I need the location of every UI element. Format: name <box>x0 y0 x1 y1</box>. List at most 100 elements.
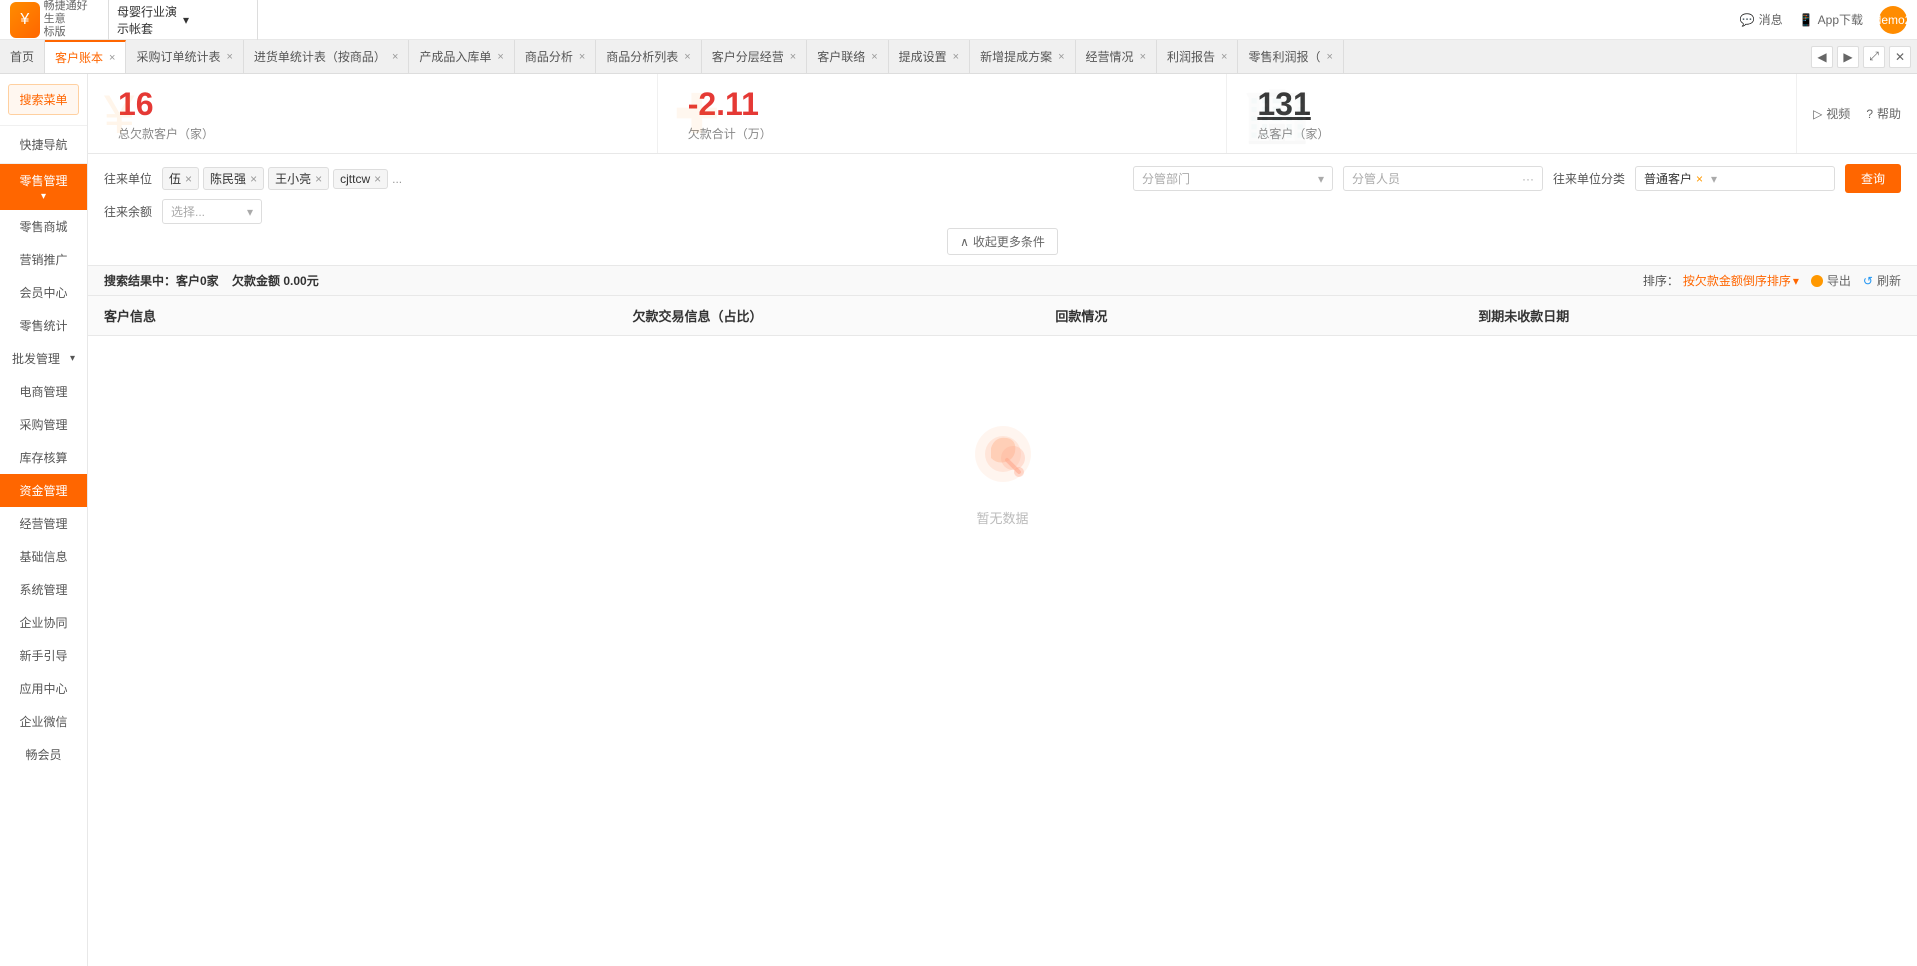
tab-close-icon[interactable]: × <box>1140 51 1146 63</box>
filter-row-1: 往来单位 伍 × 陈民强 × 王小亮 × cjttcw <box>104 164 1901 193</box>
tab-close-all-button[interactable]: ✕ <box>1889 46 1911 68</box>
sidebar-item-retail-mall[interactable]: 零售商城 <box>0 210 87 243</box>
refresh-icon: ↺ <box>1863 274 1873 288</box>
sidebar-item-ecommerce[interactable]: 电商管理 <box>0 375 87 408</box>
sidebar-item-wechat[interactable]: 企业微信 <box>0 705 87 738</box>
dept-selector[interactable]: 分管部门 ▾ <box>1133 166 1333 191</box>
unit-tag-cjttcw[interactable]: cjttcw × <box>333 169 388 189</box>
sidebar-item-app-center[interactable]: 应用中心 <box>0 672 87 705</box>
person-selector[interactable]: 分管人员 ··· <box>1343 166 1543 191</box>
sort-selector[interactable]: 按欠款金额倒序排序 ▾ <box>1683 272 1799 289</box>
tab-goods-analysis[interactable]: 商品分析 × <box>515 40 596 74</box>
category-tag-normal: 普通客户 × <box>1644 170 1707 187</box>
remove-category-tag[interactable]: × <box>1696 172 1703 186</box>
unit-more-button[interactable]: ... <box>392 172 402 186</box>
tab-goods-stats[interactable]: 进货单统计表（按商品） × <box>244 40 409 74</box>
tab-home[interactable]: 首页 <box>0 40 45 74</box>
main-layout: 搜索菜单 快捷导航 零售管理 ▾ 零售商城 营销推广 会员中心 零售统计 批发管… <box>0 74 1917 966</box>
chevron-down-icon: ▾ <box>1318 172 1324 186</box>
tab-close-icon[interactable]: × <box>497 51 503 63</box>
video-icon: ▷ <box>1813 107 1822 121</box>
tab-close-icon[interactable]: × <box>790 51 796 63</box>
export-button[interactable]: 导出 <box>1811 272 1851 289</box>
sidebar-item-finance[interactable]: 资金管理 <box>0 474 87 507</box>
tab-close-icon[interactable]: × <box>392 51 398 63</box>
chevron-down-icon: ▾ <box>1711 172 1717 186</box>
tab-close-icon[interactable]: × <box>684 51 690 63</box>
tab-close-icon[interactable]: × <box>109 52 115 64</box>
table-header: 客户信息 欠款交易信息（占比） 回款情况 到期未收款日期 <box>88 296 1917 336</box>
tab-prev-button[interactable]: ◀ <box>1811 46 1833 68</box>
stat-total-credit-customers: ¥ 16 总欠款客户（家） <box>88 74 658 153</box>
tab-close-icon[interactable]: × <box>953 51 959 63</box>
tab-add-commission[interactable]: 新增提成方案 × <box>970 40 1075 74</box>
sidebar-item-guide[interactable]: 新手引导 <box>0 639 87 672</box>
logo-text: 畅捷通好生意 标版 <box>44 0 98 39</box>
sidebar-item-purchase[interactable]: 采购管理 <box>0 408 87 441</box>
col-header-debt: 欠款交易信息（占比） <box>633 306 1056 325</box>
unit-tag-wu[interactable]: 伍 × <box>162 167 199 190</box>
sidebar-item-operations[interactable]: 经营管理 <box>0 507 87 540</box>
table-container: 客户信息 欠款交易信息（占比） 回款情况 到期未收款日期 暂无数据 <box>88 296 1917 966</box>
sidebar-item-wholesale[interactable]: 批发管理 ▾ <box>0 342 87 375</box>
content-area: ¥ 16 总欠款客户（家） ✚ -2.11 欠款合计（万） 🏢 131 总客户（… <box>88 74 1917 966</box>
tab-profit-report[interactable]: 利润报告 × <box>1157 40 1238 74</box>
balance-selector[interactable]: 选择... ▾ <box>162 199 262 224</box>
remove-tag-wu[interactable]: × <box>185 172 192 186</box>
tab-close-icon[interactable]: × <box>1326 51 1332 63</box>
stat-credit-total-label: 欠款合计（万） <box>688 125 1197 142</box>
tab-commission-settings[interactable]: 提成设置 × <box>889 40 970 74</box>
category-selector[interactable]: 普通客户 × ▾ <box>1635 166 1835 191</box>
collapse-button[interactable]: ∧ 收起更多条件 <box>947 228 1058 255</box>
tab-next-button[interactable]: ▶ <box>1837 46 1859 68</box>
sidebar-item-member[interactable]: 畅会员 <box>0 738 87 771</box>
sidebar-item-system[interactable]: 系统管理 <box>0 573 87 606</box>
unit-tag-wang[interactable]: 王小亮 × <box>268 167 329 190</box>
chevron-down-icon: ▾ <box>247 205 253 219</box>
help-button[interactable]: ? 帮助 <box>1866 105 1901 122</box>
tab-customer-account[interactable]: 客户账本 × <box>45 40 126 74</box>
tab-operations[interactable]: 经营情况 × <box>1076 40 1157 74</box>
tab-customer-layer[interactable]: 客户分层经营 × <box>702 40 807 74</box>
stat-total-customers: 🏢 131 总客户（家） <box>1227 74 1797 153</box>
workspace-selector[interactable]: 母婴行业演示帐套 ▾ <box>108 0 258 42</box>
sidebar-item-inventory[interactable]: 库存核算 <box>0 441 87 474</box>
more-icon: ··· <box>1522 172 1534 186</box>
video-button[interactable]: ▷ 视频 <box>1813 105 1850 122</box>
sidebar-item-retail-management[interactable]: 零售管理 ▾ <box>0 164 87 210</box>
sidebar-item-enterprise[interactable]: 企业协同 <box>0 606 87 639</box>
category-label: 往来单位分类 <box>1553 170 1625 187</box>
tab-close-icon[interactable]: × <box>1221 51 1227 63</box>
tab-fullscreen-button[interactable]: ⤢ <box>1863 46 1885 68</box>
tab-product-stock[interactable]: 产成品入库单 × <box>409 40 514 74</box>
remove-tag-cjttcw[interactable]: × <box>374 172 381 186</box>
query-button[interactable]: 查询 <box>1845 164 1901 193</box>
sidebar-item-retail-stats[interactable]: 零售统计 <box>0 309 87 342</box>
search-menu-button[interactable]: 搜索菜单 <box>8 84 79 115</box>
message-button[interactable]: 💬 消息 <box>1740 11 1783 28</box>
tab-close-icon[interactable]: × <box>871 51 877 63</box>
app-download-button[interactable]: 📱 App下载 <box>1799 11 1863 28</box>
unit-tag-chen[interactable]: 陈民强 × <box>203 167 264 190</box>
top-header: ¥ 畅捷通好生意 标版 母婴行业演示帐套 ▾ 💬 消息 📱 App下载 demo… <box>0 0 1917 40</box>
tab-purchase-order[interactable]: 采购订单统计表 × <box>126 40 243 74</box>
stat-credit-customers-label: 总欠款客户（家） <box>118 125 627 142</box>
tab-retail-profit[interactable]: 零售利润报（ × <box>1238 40 1343 74</box>
remove-tag-chen[interactable]: × <box>250 172 257 186</box>
refresh-button[interactable]: ↺ 刷新 <box>1863 272 1901 289</box>
tab-close-icon[interactable]: × <box>579 51 585 63</box>
sidebar-item-basic-info[interactable]: 基础信息 <box>0 540 87 573</box>
tab-customer-contact[interactable]: 客户联络 × <box>807 40 888 74</box>
remove-tag-wang[interactable]: × <box>315 172 322 186</box>
sidebar-item-marketing[interactable]: 营销推广 <box>0 243 87 276</box>
sidebar-item-membership[interactable]: 会员中心 <box>0 276 87 309</box>
tab-goods-analysis-list[interactable]: 商品分析列表 × <box>596 40 701 74</box>
chevron-up-icon: ∧ <box>960 235 969 249</box>
logo-area: ¥ 畅捷通好生意 标版 <box>10 0 98 39</box>
empty-state: 暂无数据 <box>88 336 1917 607</box>
user-avatar[interactable]: demo2 <box>1879 6 1907 34</box>
tab-close-icon[interactable]: × <box>1058 51 1064 63</box>
tab-close-icon[interactable]: × <box>226 51 232 63</box>
quick-nav-button[interactable]: 快捷导航 <box>0 126 87 164</box>
unit-filter-label: 往来单位 <box>104 170 152 187</box>
